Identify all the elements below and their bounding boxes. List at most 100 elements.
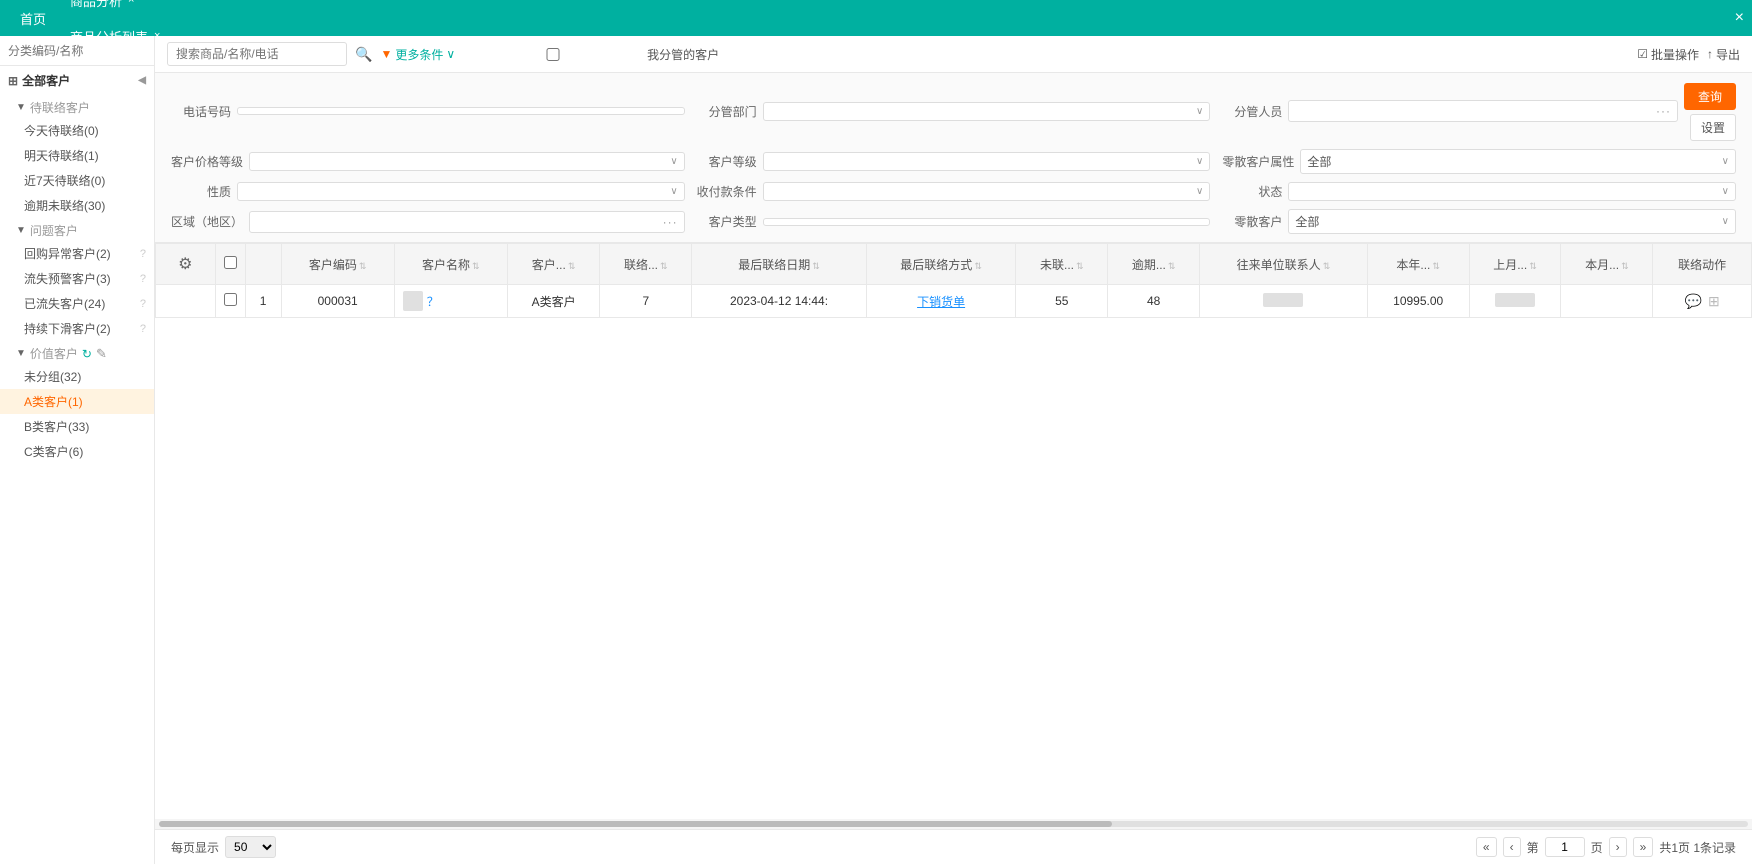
row-name-text[interactable]: ？ xyxy=(427,293,439,310)
row-company-contact-cell xyxy=(1200,285,1368,318)
toolbar-right: ☑ 批量操作 ↑ 导出 xyxy=(1637,46,1740,63)
level-chevron: ∨ xyxy=(1196,156,1203,167)
row-this-month-cell xyxy=(1561,285,1653,318)
sidebar-problem-item[interactable]: 已流失客户(24)? xyxy=(0,291,154,316)
action-col-label: 联络动作 xyxy=(1678,258,1726,272)
sidebar-value-item[interactable]: C类客户(6) xyxy=(0,439,154,464)
query-btn[interactable]: 查询 xyxy=(1684,83,1736,110)
row-checkbox-cell xyxy=(215,285,245,318)
this-year-col-header: 本年...⇅ xyxy=(1367,244,1469,285)
retail-attr-label: 零散客户属性 xyxy=(1222,153,1294,170)
phone-input[interactable] xyxy=(237,107,685,115)
edit-value-icon[interactable]: ✎ xyxy=(96,346,107,362)
first-page-btn[interactable]: « xyxy=(1476,837,1497,857)
sidebar-problem-item[interactable]: 流失预警客户(3)? xyxy=(0,266,154,291)
my-customers-checkbox-label: 我分管的客户 xyxy=(463,46,719,63)
batch-op-btn[interactable]: ☑ 批量操作 xyxy=(1637,46,1699,63)
more-action-icon[interactable]: ⊞ xyxy=(1708,293,1720,310)
code-col-header: 客户编码⇅ xyxy=(281,244,394,285)
sort-icon4[interactable]: ⇅ xyxy=(660,261,668,271)
sidebar-value-item[interactable]: 未分组(32) xyxy=(0,364,154,389)
company-contact-col-label: 往来单位联系人 xyxy=(1237,258,1321,272)
table-footer: 每页显示 50 10 20 100 « ‹ 第 页 › » 共1页 1条记录 xyxy=(155,829,1752,864)
sort-icon10[interactable]: ⇅ xyxy=(1432,261,1440,271)
sidebar-value-item[interactable]: A类客户(1) xyxy=(0,389,154,414)
row-code-cell: 000031 xyxy=(281,285,394,318)
price-level-label: 客户价格等级 xyxy=(171,153,243,170)
sidebar-search-input[interactable] xyxy=(8,44,155,58)
settings-btn[interactable]: 设置 xyxy=(1690,114,1736,141)
status-select[interactable]: ∨ xyxy=(1288,182,1736,201)
sort-icon2[interactable]: ⇅ xyxy=(472,261,480,271)
last-page-btn[interactable]: » xyxy=(1633,837,1654,857)
scroll-bar-thumb[interactable] xyxy=(159,821,1112,827)
sidebar-problem-item[interactable]: 回购异常客户(2)? xyxy=(0,241,154,266)
sidebar-pending-item[interactable]: 明天待联络(1) xyxy=(0,143,154,168)
retail-attr-select[interactable]: 全部 ∨ xyxy=(1300,149,1736,174)
search-input[interactable] xyxy=(167,42,347,66)
page-size-select[interactable]: 50 10 20 100 xyxy=(225,836,276,858)
no-contact-col-header: 未联...⇅ xyxy=(1016,244,1108,285)
last-date-col-header: 最后联络日期⇅ xyxy=(692,244,867,285)
company-contact-col-header: 往来单位联系人⇅ xyxy=(1200,244,1368,285)
last-method-link[interactable]: 下销货单 xyxy=(917,295,965,309)
person-select[interactable]: ··· xyxy=(1288,100,1678,122)
filter-actions: 查询 设置 xyxy=(1684,81,1736,141)
person-filter-row: 分管人员 ··· 查询 设置 xyxy=(1222,81,1736,141)
sidebar-problem-item[interactable]: 持续下滑客户(2)? xyxy=(0,316,154,341)
more-filter-btn[interactable]: ▼ 更多条件 ∨ xyxy=(380,46,455,63)
price-level-select[interactable]: ∨ xyxy=(249,152,685,171)
sort-icon5[interactable]: ⇅ xyxy=(812,261,820,271)
collapse-icon[interactable]: ◀ xyxy=(138,75,146,86)
nature-select[interactable]: ∨ xyxy=(237,182,685,201)
nav-tab-商品分析[interactable]: 商品分析× xyxy=(58,0,172,18)
row-action-cell: 💬 ⊞ xyxy=(1653,285,1752,318)
grid-icon: ⊞ xyxy=(8,74,18,88)
retail-customer-select[interactable]: 全部 ∨ xyxy=(1288,209,1736,234)
sort-icon8[interactable]: ⇅ xyxy=(1168,261,1176,271)
value-items: 未分组(32)A类客户(1)B类客户(33)C类客户(6) xyxy=(0,364,154,464)
sort-icon6[interactable]: ⇅ xyxy=(974,261,982,271)
gear-button[interactable]: ⚙ xyxy=(174,250,196,278)
payment-select[interactable]: ∨ xyxy=(763,182,1211,201)
dept-select[interactable]: ∨ xyxy=(763,102,1211,121)
filter-search-icon[interactable]: 🔍 xyxy=(355,46,372,63)
sort-icon7[interactable]: ⇅ xyxy=(1076,261,1084,271)
my-customers-checkbox[interactable] xyxy=(463,48,643,61)
sidebar-value-item[interactable]: B类客户(33) xyxy=(0,414,154,439)
sort-icon11[interactable]: ⇅ xyxy=(1529,261,1537,271)
export-btn[interactable]: ↑ 导出 xyxy=(1707,46,1740,63)
sort-icon9[interactable]: ⇅ xyxy=(1323,261,1331,271)
seq-col-header xyxy=(245,244,281,285)
contact-icon[interactable]: 💬 xyxy=(1685,293,1702,310)
sidebar-pending-item[interactable]: 逾期未联络(30) xyxy=(0,193,154,218)
row-contact-cell: 7 xyxy=(600,285,692,318)
page-size-label: 每页显示 xyxy=(171,839,219,856)
row-checkbox[interactable] xyxy=(224,293,237,306)
region-select[interactable]: ··· xyxy=(249,211,685,233)
region-label: 区域（地区） xyxy=(171,213,243,230)
close-all-btn[interactable]: × xyxy=(1735,9,1744,27)
refresh-icon[interactable]: ↻ xyxy=(82,347,92,361)
all-customers-header[interactable]: ⊞ 全部客户 ◀ xyxy=(0,66,154,95)
next-page-btn[interactable]: › xyxy=(1609,837,1627,857)
sort-icon12[interactable]: ⇅ xyxy=(1621,261,1629,271)
sidebar-search-bar: 🔍 xyxy=(0,36,154,66)
sidebar-pending-item[interactable]: 今天待联络(0) xyxy=(0,118,154,143)
customer-level-select[interactable]: ∨ xyxy=(763,152,1211,171)
sidebar-pending-item[interactable]: 近7天待联络(0) xyxy=(0,168,154,193)
status-chevron: ∨ xyxy=(1722,186,1729,197)
table-row: 1 000031 ？ A类客户 7 2023-04-12 14:44: 下销货单… xyxy=(156,285,1752,318)
region-filter-row: 区域（地区） ··· xyxy=(171,209,685,234)
row-name-cell: ？ xyxy=(394,285,507,318)
prev-page-btn[interactable]: ‹ xyxy=(1503,837,1521,857)
row-last-date-cell: 2023-04-12 14:44: xyxy=(692,285,867,318)
page-num-input[interactable] xyxy=(1545,837,1585,857)
customer-type-select[interactable] xyxy=(763,218,1211,226)
select-all-checkbox[interactable] xyxy=(224,256,237,269)
all-customers-label: 全部客户 xyxy=(22,72,70,89)
sort-icon[interactable]: ⇅ xyxy=(359,261,367,271)
close-tab-icon[interactable]: × xyxy=(128,0,134,6)
nav-home[interactable]: 首页 xyxy=(8,9,58,28)
sort-icon3[interactable]: ⇅ xyxy=(568,261,576,271)
